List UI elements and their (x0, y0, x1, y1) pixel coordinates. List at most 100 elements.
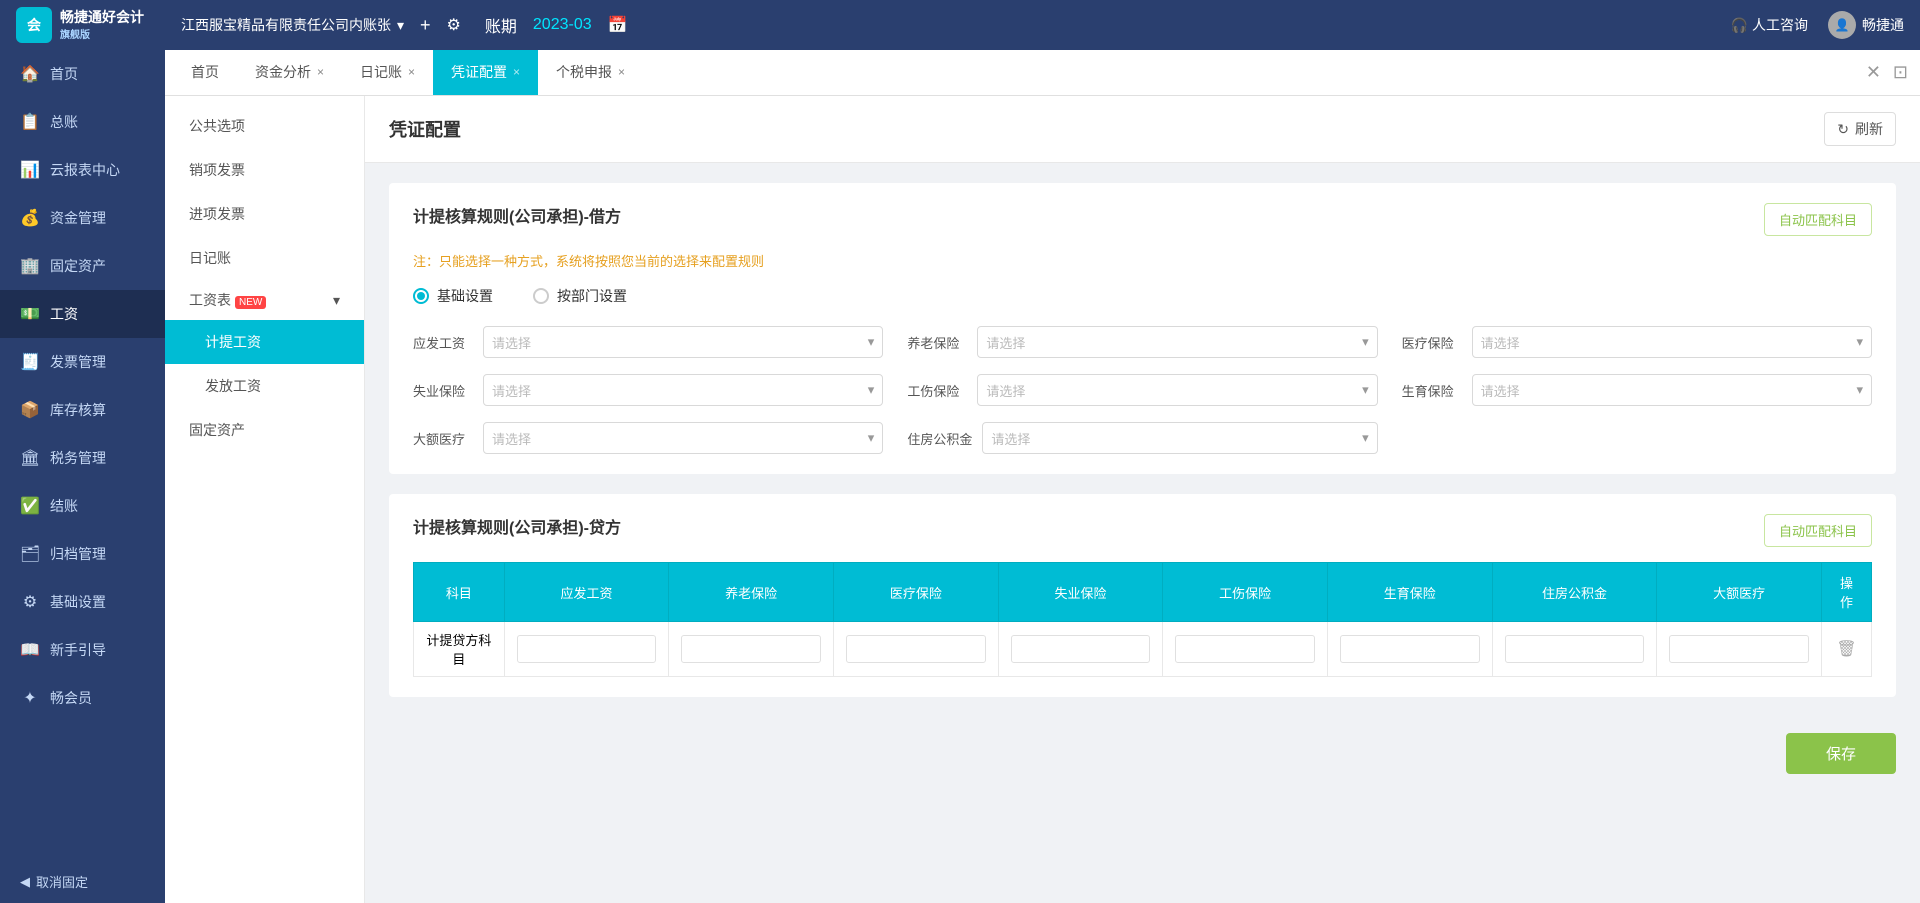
close-tab-icon[interactable]: ✕ (1866, 62, 1881, 83)
user-name: 畅捷通 (1862, 15, 1904, 35)
td-yiliao-input[interactable] (834, 622, 999, 677)
sidebar-icon-guide: 📖 (20, 640, 40, 660)
sidebar-item-salary[interactable]: 💵工资 (0, 290, 165, 338)
input-yanglao[interactable] (681, 635, 821, 663)
debit-section-header: 计提核算规则(公司承担)-借方 自动匹配科目 (413, 203, 1872, 239)
td-daejr-input[interactable] (1657, 622, 1822, 677)
input-shiye[interactable] (1011, 635, 1151, 663)
sub-menu-item-销项发票[interactable]: 销项发票 (165, 148, 364, 192)
sidebar-icon-settings: ⚙ (20, 592, 40, 612)
add-icon[interactable]: + (420, 15, 431, 36)
sidebar-item-ledger[interactable]: 📋总账 (0, 98, 165, 146)
td-shiye-input[interactable] (998, 622, 1163, 677)
sub-menu-item-进项发票[interactable]: 进项发票 (165, 192, 364, 236)
sidebar-icon-funds: 💰 (20, 208, 40, 228)
select-yanglao[interactable]: 请选择 ▾ (977, 326, 1377, 358)
tab-首页[interactable]: 首页 (173, 50, 237, 95)
sub-menu-item-固定资产[interactable]: 固定资产 (165, 408, 364, 452)
input-gongshang[interactable] (1175, 635, 1315, 663)
sub-menu-item-计提工资[interactable]: 计提工资 (165, 320, 364, 364)
sidebar-item-inventory[interactable]: 📦库存核算 (0, 386, 165, 434)
sidebar-item-tax[interactable]: 🏛税务管理 (0, 434, 165, 482)
td-action[interactable]: 🗑 (1821, 622, 1871, 677)
tab-资金分析[interactable]: 资金分析× (237, 50, 342, 95)
input-yingfa[interactable] (517, 635, 657, 663)
sub-menu-label-3: 日记账 (189, 248, 231, 268)
sidebar-item-archive[interactable]: 🗂归档管理 (0, 530, 165, 578)
input-daejr[interactable] (1669, 635, 1809, 663)
credit-section-title: 计提核算规则(公司承担)-贷方 (413, 514, 621, 538)
sidebar-item-vip[interactable]: ✦畅会员 (0, 674, 165, 722)
top-bar: 会 畅捷通好会计 旗舰版 江西服宝精品有限责任公司内账张 ▾ + ⚙ 账期 20… (0, 0, 1920, 50)
company-dropdown-icon: ▾ (397, 17, 404, 34)
company-select[interactable]: 江西服宝精品有限责任公司内账张 ▾ (181, 15, 404, 35)
sub-menu-label-5: 计提工资 (205, 332, 261, 352)
th-action: 操作 (1821, 563, 1871, 622)
sidebar-label-reports: 云报表中心 (50, 160, 120, 180)
tab-凭证配置[interactable]: 凭证配置× (433, 50, 538, 95)
calendar-icon[interactable]: 📅 (608, 15, 628, 35)
save-button[interactable]: 保存 (1786, 733, 1896, 774)
field-label-daejr: 大额医疗 (413, 429, 473, 448)
sidebar-item-home[interactable]: 🏠首页 (0, 50, 165, 98)
sidebar-item-assets[interactable]: 🏢固定资产 (0, 242, 165, 290)
cancel-fixed-button[interactable]: ◀ 取消固定 (0, 860, 165, 903)
content-area: 首页资金分析×日记账×凭证配置×个税申报× ✕ ⊡ 公共选项销项发票进项发票日记… (165, 50, 1920, 903)
select-arrow-icon: ▾ (868, 334, 875, 350)
tab-close-4[interactable]: × (618, 65, 625, 79)
tab-bar: 首页资金分析×日记账×凭证配置×个税申报× ✕ ⊡ (165, 50, 1920, 96)
avatar: 👤 (1828, 11, 1856, 39)
sidebar-item-reports[interactable]: 📊云报表中心 (0, 146, 165, 194)
field-yiliao-baoxian: 医疗保险 请选择 ▾ (1402, 326, 1872, 358)
account-period-value[interactable]: 2023-03 (533, 16, 592, 34)
select-gongshang[interactable]: 请选择 ▾ (977, 374, 1377, 406)
sub-menu-label-2: 进项发票 (189, 204, 245, 224)
sidebar-item-closing[interactable]: ✅结账 (0, 482, 165, 530)
tab-日记账[interactable]: 日记账× (342, 50, 433, 95)
td-gongshang-input[interactable] (1163, 622, 1328, 677)
input-zhufang[interactable] (1505, 635, 1645, 663)
consult-button[interactable]: 🎧 人工咨询 (1731, 15, 1808, 35)
td-yanglao-input[interactable] (669, 622, 834, 677)
refresh-button[interactable]: ↻ 刷新 (1824, 112, 1896, 146)
input-shengyu[interactable] (1340, 635, 1480, 663)
sidebar-item-guide[interactable]: 📖新手引导 (0, 626, 165, 674)
maximize-icon[interactable]: ⊡ (1893, 62, 1908, 83)
delete-row-icon[interactable]: 🗑 (1836, 641, 1856, 658)
settings-icon[interactable]: ⚙ (447, 15, 461, 35)
radio-dept-setting[interactable]: 按部门设置 (533, 286, 627, 306)
sidebar-icon-assets: 🏢 (20, 256, 40, 276)
sub-menu-item-发放工资[interactable]: 发放工资 (165, 364, 364, 408)
select-yiliao[interactable]: 请选择 ▾ (1472, 326, 1872, 358)
radio-basic-setting[interactable]: 基础设置 (413, 286, 493, 306)
select-yingfa[interactable]: 请选择 ▾ (483, 326, 883, 358)
tab-close-2[interactable]: × (408, 65, 415, 79)
th-shengyu: 生育保险 (1327, 563, 1492, 622)
select-shiye[interactable]: 请选择 ▾ (483, 374, 883, 406)
td-yingfa-input[interactable] (504, 622, 669, 677)
sub-menu-arrow-4: ▾ (333, 292, 340, 309)
select-shengyu[interactable]: 请选择 ▾ (1472, 374, 1872, 406)
sub-menu-group-工资表[interactable]: 工资表NEW▾ (165, 280, 364, 320)
input-yiliao[interactable] (846, 635, 986, 663)
tab-close-1[interactable]: × (317, 65, 324, 79)
sub-menu-item-日记账[interactable]: 日记账 (165, 236, 364, 280)
select-arrow-icon3: ▾ (1856, 334, 1863, 350)
sub-menu-item-公共选项[interactable]: 公共选项 (165, 104, 364, 148)
select-daejr[interactable]: 请选择 ▾ (483, 422, 883, 454)
main-panel: 凭证配置 ↻ 刷新 计提核算规则(公司承担)-借方 自动匹配科目 注：只能选择一… (365, 96, 1920, 903)
sidebar-label-home: 首页 (50, 64, 78, 84)
sidebar-item-funds[interactable]: 💰资金管理 (0, 194, 165, 242)
user-area[interactable]: 👤 畅捷通 (1828, 11, 1904, 39)
tab-close-3[interactable]: × (513, 65, 520, 79)
sub-menu-label-7: 固定资产 (189, 420, 245, 440)
select-zhufang[interactable]: 请选择 ▾ (982, 422, 1377, 454)
td-zhufang-input[interactable] (1492, 622, 1657, 677)
td-shengyu-input[interactable] (1327, 622, 1492, 677)
credit-auto-match-button[interactable]: 自动匹配科目 (1764, 514, 1872, 547)
tab-个税申报[interactable]: 个税申报× (538, 50, 643, 95)
sidebar-item-settings[interactable]: ⚙基础设置 (0, 578, 165, 626)
debit-auto-match-button[interactable]: 自动匹配科目 (1764, 203, 1872, 236)
sidebar-item-invoice[interactable]: 🧾发票管理 (0, 338, 165, 386)
top-bar-center: 江西服宝精品有限责任公司内账张 ▾ + ⚙ 账期 2023-03 📅 (181, 13, 1731, 37)
